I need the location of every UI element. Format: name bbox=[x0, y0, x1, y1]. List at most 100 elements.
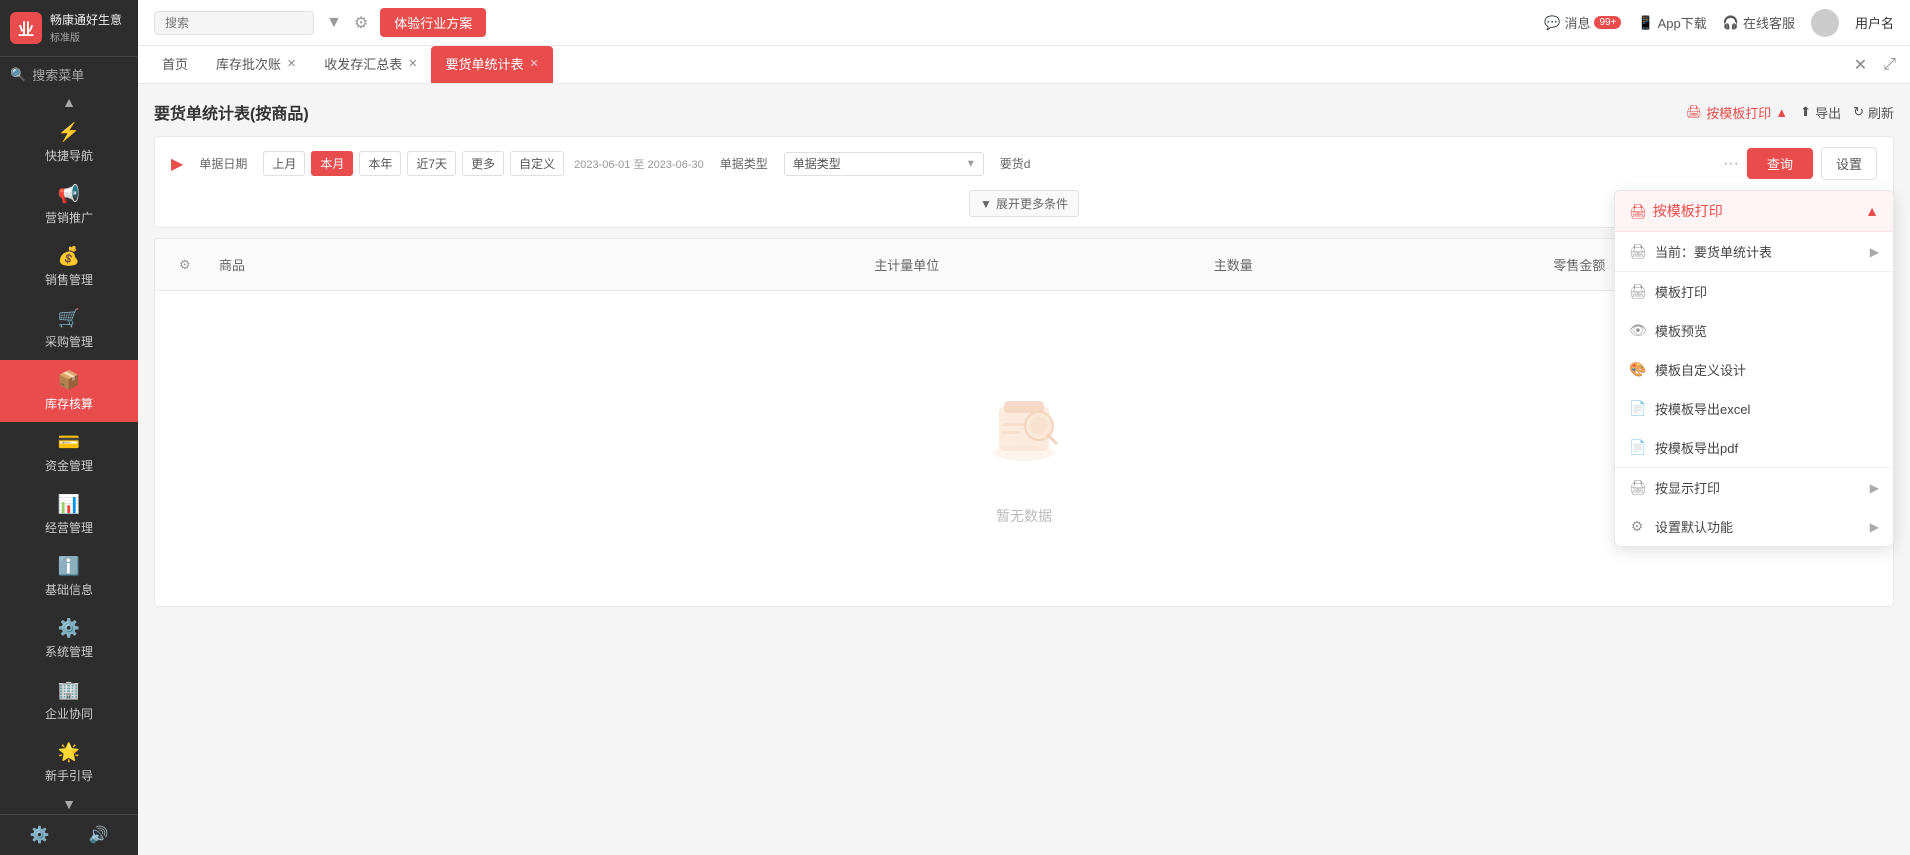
dropdown-item-icon-3: 🎨 bbox=[1629, 361, 1645, 378]
expand-more-button[interactable]: ▼ 展开更多条件 bbox=[969, 190, 1079, 217]
tab-close-btn[interactable]: ✕ bbox=[1850, 51, 1871, 79]
sidebar-item-operations[interactable]: 📊 经营管理 bbox=[0, 484, 138, 546]
dropdown-export-excel[interactable]: 📄 按模板导出excel bbox=[1615, 389, 1893, 428]
col-settings[interactable]: ⚙ bbox=[167, 249, 207, 281]
app-download-label: App下载 bbox=[1658, 13, 1707, 32]
app-name: 畅康通好生意 bbox=[50, 12, 122, 29]
date-btn-more[interactable]: 更多 bbox=[462, 151, 504, 176]
search-icon: 🔍 bbox=[10, 67, 26, 83]
dropdown-current-arrow: ▶ bbox=[1870, 245, 1879, 259]
nav-label: 销售管理 bbox=[45, 271, 93, 288]
date-btn-this-month[interactable]: 本月 bbox=[311, 151, 353, 176]
export-button[interactable]: ⬆ 导出 bbox=[1800, 103, 1841, 122]
tab-receipt-close[interactable]: ✕ bbox=[408, 57, 417, 70]
refresh-icon: ↻ bbox=[1853, 104, 1864, 120]
sidebar-item-guide[interactable]: 🌟 新手引导 bbox=[0, 732, 138, 794]
nav-label: 营销推广 bbox=[45, 209, 93, 226]
footer-settings-icon[interactable]: ⚙️ bbox=[30, 825, 50, 845]
sidebar-item-inventory[interactable]: 📦 库存核算 bbox=[0, 360, 138, 422]
inventory-icon: 📦 bbox=[58, 370, 80, 391]
dropdown-export-pdf[interactable]: 📄 按模板导出pdf bbox=[1615, 428, 1893, 467]
user-avatar[interactable] bbox=[1811, 9, 1839, 37]
template-print-button[interactable]: 🖨 按模板打印 ▲ bbox=[1686, 103, 1788, 122]
tab-order-stats[interactable]: 要货单统计表 ✕ bbox=[431, 46, 552, 83]
dropdown-template-preview[interactable]: 👁 模板预览 bbox=[1615, 311, 1893, 350]
dropdown-current-label: 当前：要货单统计表 bbox=[1655, 242, 1772, 261]
tab-maximize-btn[interactable]: ⤢ bbox=[1879, 51, 1900, 79]
dropdown-set-default[interactable]: ⚙ 设置默认功能 ▶ bbox=[1615, 507, 1893, 546]
sidebar-item-shortcut[interactable]: ⚡ 快捷导航 bbox=[0, 112, 138, 174]
filter-row-1: ▶ 单据日期 上月 本月 本年 近7天 更多 自定义 2023-06-01 至 … bbox=[171, 147, 1877, 180]
sidebar-item-enterprise[interactable]: 🏢 企业协同 bbox=[0, 670, 138, 732]
filter-expand-arrow[interactable]: ▶ bbox=[171, 154, 183, 174]
date-btn-custom[interactable]: 自定义 bbox=[510, 151, 564, 176]
dropdown-current-template[interactable]: 🖨 当前：要货单统计表 ▶ bbox=[1615, 232, 1893, 271]
basic-icon: ℹ️ bbox=[58, 556, 80, 577]
sidebar: 业 畅康通好生意 标准版 🔍 搜索菜单 ▲ ⚡ 快捷导航 📢 营销推广 💰 销售… bbox=[0, 0, 138, 855]
topbar-gear-icon[interactable]: ⚙ bbox=[354, 13, 368, 33]
nav-label: 企业协同 bbox=[45, 705, 93, 722]
dropdown-item-icon-6: 🖨 bbox=[1629, 479, 1645, 496]
messages-action[interactable]: 💬 消息 99+ bbox=[1544, 13, 1621, 32]
printer-icon: 🖨 bbox=[1686, 104, 1703, 120]
dropdown-display-arrow: ▶ bbox=[1870, 481, 1879, 495]
dropdown-template-design[interactable]: 🎨 模板自定义设计 bbox=[1615, 350, 1893, 389]
sidebar-logo: 业 畅康通好生意 标准版 bbox=[0, 0, 138, 57]
date-btn-7days[interactable]: 近7天 bbox=[407, 151, 456, 176]
scroll-up-btn[interactable]: ▲ bbox=[0, 92, 138, 112]
date-filter-label: 单据日期 bbox=[199, 155, 247, 172]
trial-button[interactable]: 体验行业方案 bbox=[380, 8, 486, 37]
tab-order-stats-close[interactable]: ✕ bbox=[530, 57, 539, 70]
app-badge: 标准版 bbox=[50, 29, 122, 44]
tab-home[interactable]: 首页 bbox=[148, 46, 202, 83]
scroll-down-btn[interactable]: ▼ bbox=[0, 794, 138, 814]
more-options-icon[interactable]: ··· bbox=[1723, 155, 1739, 173]
page-content: 要货单统计表(按商品) 🖨 按模板打印 ▲ ⬆ 导出 ↻ 刷新 bbox=[138, 84, 1910, 855]
nav-label: 快捷导航 bbox=[45, 147, 93, 164]
marketing-icon: 📢 bbox=[58, 184, 80, 205]
tab-batch[interactable]: 库存批次账 ✕ bbox=[202, 46, 310, 83]
sidebar-item-basic[interactable]: ℹ️ 基础信息 bbox=[0, 546, 138, 608]
tab-batch-close[interactable]: ✕ bbox=[287, 57, 296, 70]
sidebar-item-system[interactable]: ⚙️ 系统管理 bbox=[0, 608, 138, 670]
dropdown-setdefault-left: ⚙ 设置默认功能 bbox=[1629, 517, 1733, 536]
dropdown-chevron-up-icon[interactable]: ▲ bbox=[1865, 203, 1879, 219]
settings-button[interactable]: 设置 bbox=[1821, 147, 1877, 180]
sidebar-item-purchase[interactable]: 🛒 采购管理 bbox=[0, 298, 138, 360]
finance-icon: 💳 bbox=[58, 432, 80, 453]
sidebar-search[interactable]: 🔍 搜索菜单 bbox=[0, 57, 138, 92]
logo-text: 畅康通好生意 标准版 bbox=[50, 12, 122, 44]
date-options: 上月 本月 本年 近7天 更多 自定义 2023-06-01 至 2023-06… bbox=[263, 151, 703, 176]
expand-icon: ▼ bbox=[980, 197, 992, 211]
tab-home-label: 首页 bbox=[162, 54, 188, 73]
dropdown-title: 按模板打印 bbox=[1653, 201, 1723, 221]
dropdown-template-print[interactable]: 🖨 模板打印 bbox=[1615, 272, 1893, 311]
tab-receipt[interactable]: 收发存汇总表 ✕ bbox=[310, 46, 431, 83]
topbar-search-input[interactable] bbox=[154, 11, 314, 35]
app-download-action[interactable]: 📱 App下载 bbox=[1637, 13, 1706, 32]
sidebar-item-marketing[interactable]: 📢 营销推广 bbox=[0, 174, 138, 236]
dropdown-item-icon-1: 🖨 bbox=[1629, 283, 1645, 300]
topbar-dropdown-icon[interactable]: ▼ bbox=[326, 14, 342, 32]
footer-audio-icon[interactable]: 🔊 bbox=[89, 825, 109, 845]
nav-label: 资金管理 bbox=[45, 457, 93, 474]
date-btn-this-year[interactable]: 本年 bbox=[359, 151, 401, 176]
online-service-action[interactable]: 🎧 在线客服 bbox=[1723, 13, 1795, 32]
page-header: 要货单统计表(按商品) 🖨 按模板打印 ▲ ⬆ 导出 ↻ 刷新 bbox=[154, 100, 1894, 124]
type-select[interactable]: 单据类型 bbox=[784, 152, 984, 176]
dropdown-display-left: 🖨 按显示打印 bbox=[1629, 478, 1720, 497]
sidebar-item-sales[interactable]: 💰 销售管理 bbox=[0, 236, 138, 298]
tab-receipt-label: 收发存汇总表 bbox=[324, 54, 402, 73]
date-btn-last-month[interactable]: 上月 bbox=[263, 151, 305, 176]
export-icon: ⬆ bbox=[1800, 104, 1811, 120]
dropdown-header-left: 🖨 按模板打印 bbox=[1629, 201, 1723, 221]
dropdown-current-icon: 🖨 bbox=[1629, 243, 1645, 260]
dropdown-item-icon-4: 📄 bbox=[1629, 400, 1645, 417]
dropdown-display-print[interactable]: 🖨 按显示打印 ▶ bbox=[1615, 468, 1893, 507]
type-select-wrapper: 单据类型 bbox=[784, 152, 984, 176]
query-button[interactable]: 查询 bbox=[1747, 148, 1813, 179]
refresh-button[interactable]: ↻ 刷新 bbox=[1853, 103, 1894, 122]
logo-icon: 业 bbox=[10, 12, 42, 44]
sidebar-item-finance[interactable]: 💳 资金管理 bbox=[0, 422, 138, 484]
dropdown-item-icon-7: ⚙ bbox=[1629, 518, 1645, 535]
